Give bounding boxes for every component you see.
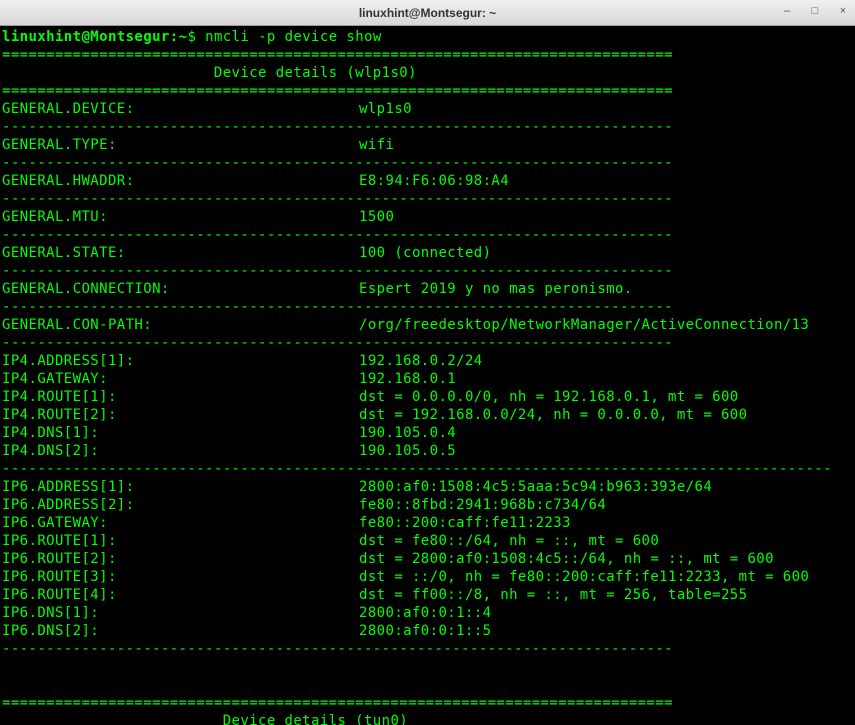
field-general-device: GENERAL.DEVICE:wlp1s0 [2, 100, 855, 118]
field-general-conpath: GENERAL.CON-PATH:/org/freedesktop/Networ… [2, 316, 855, 334]
field-value: 2800:af0:0:1::5 [359, 623, 491, 639]
prompt-dollar: $ [187, 29, 205, 45]
separator-dash: ----------------------------------------… [2, 154, 855, 172]
separator-dash: ----------------------------------------… [2, 334, 855, 352]
section-title-2: Device details (tun0) [2, 712, 855, 725]
field-value: wlp1s0 [359, 101, 412, 117]
field-label: GENERAL.DEVICE: [2, 100, 359, 118]
field-value: dst = ff00::/8, nh = ::, mt = 256, table… [359, 587, 747, 603]
field-label: IP4.ADDRESS[1]: [2, 352, 359, 370]
field-value: fe80::200:caff:fe11:2233 [359, 515, 571, 531]
field-label: GENERAL.MTU: [2, 208, 359, 226]
field-label: GENERAL.CON-PATH: [2, 316, 359, 334]
field-value: 1500 [359, 209, 394, 225]
field-label: IP6.GATEWAY: [2, 514, 359, 532]
field-general-type: GENERAL.TYPE:wifi [2, 136, 855, 154]
field-ip6-route2: IP6.ROUTE[2]:dst = 2800:af0:1508:4c5::/6… [2, 550, 855, 568]
field-label: GENERAL.HWADDR: [2, 172, 359, 190]
window-title: linuxhint@Montsegur: ~ [359, 6, 496, 20]
field-value: 192.168.0.2/24 [359, 353, 483, 369]
field-ip6-route1: IP6.ROUTE[1]:dst = fe80::/64, nh = ::, m… [2, 532, 855, 550]
field-label: IP4.DNS[1]: [2, 424, 359, 442]
field-label: IP6.ADDRESS[2]: [2, 496, 359, 514]
separator-dash: ----------------------------------------… [2, 226, 855, 244]
terminal-body[interactable]: linuxhint@Montsegur:~$ nmcli -p device s… [0, 26, 855, 725]
close-button[interactable]: × [837, 5, 849, 17]
field-ip6-dns2: IP6.DNS[2]:2800:af0:0:1::5 [2, 622, 855, 640]
field-value: dst = 192.168.0.0/24, nh = 0.0.0.0, mt =… [359, 407, 747, 423]
separator-double: ========================================… [2, 694, 855, 712]
field-label: IP4.GATEWAY: [2, 370, 359, 388]
field-value: 2800:af0:1508:4c5:5aaa:5c94:b963:393e/64 [359, 479, 712, 495]
field-value: Espert 2019 y no mas peronismo. [359, 281, 633, 297]
field-ip4-route1: IP4.ROUTE[1]:dst = 0.0.0.0/0, nh = 192.1… [2, 388, 855, 406]
field-value: 190.105.0.5 [359, 443, 456, 459]
separator-dash: ----------------------------------------… [2, 262, 855, 280]
separator-double: ========================================… [2, 82, 855, 100]
field-general-hwaddr: GENERAL.HWADDR:E8:94:F6:06:98:A4 [2, 172, 855, 190]
separator-dash: ----------------------------------------… [2, 460, 855, 478]
separator-dash: ----------------------------------------… [2, 640, 855, 658]
field-value: 192.168.0.1 [359, 371, 456, 387]
field-ip4-dns1: IP4.DNS[1]:190.105.0.4 [2, 424, 855, 442]
window-controls: – □ × [781, 5, 849, 17]
terminal-window: linuxhint@Montsegur: ~ – □ × linuxhint@M… [0, 0, 855, 725]
field-ip4-route2: IP4.ROUTE[2]:dst = 192.168.0.0/24, nh = … [2, 406, 855, 424]
command-text: nmcli -p device show [205, 29, 382, 45]
field-label: IP4.ROUTE[1]: [2, 388, 359, 406]
window-titlebar: linuxhint@Montsegur: ~ – □ × [0, 0, 855, 26]
field-value: dst = ::/0, nh = fe80::200:caff:fe11:223… [359, 569, 809, 585]
field-value: E8:94:F6:06:98:A4 [359, 173, 509, 189]
field-label: IP6.ADDRESS[1]: [2, 478, 359, 496]
field-label: GENERAL.CONNECTION: [2, 280, 359, 298]
prompt-colon: : [170, 29, 179, 45]
field-label: IP6.ROUTE[1]: [2, 532, 359, 550]
field-value: /org/freedesktop/NetworkManager/ActiveCo… [359, 317, 809, 333]
prompt-userhost: linuxhint@Montsegur [2, 29, 170, 45]
field-ip6-dns1: IP6.DNS[1]:2800:af0:0:1::4 [2, 604, 855, 622]
field-value: dst = 2800:af0:1508:4c5::/64, nh = ::, m… [359, 551, 774, 567]
field-ip4-dns2: IP4.DNS[2]:190.105.0.5 [2, 442, 855, 460]
field-label: GENERAL.TYPE: [2, 136, 359, 154]
field-label: IP6.DNS[1]: [2, 604, 359, 622]
section-title-1: Device details (wlp1s0) [2, 64, 855, 82]
field-ip4-address1: IP4.ADDRESS[1]:192.168.0.2/24 [2, 352, 855, 370]
minimize-button[interactable]: – [781, 5, 793, 17]
field-ip6-route4: IP6.ROUTE[4]:dst = ff00::/8, nh = ::, mt… [2, 586, 855, 604]
field-ip6-address1: IP6.ADDRESS[1]:2800:af0:1508:4c5:5aaa:5c… [2, 478, 855, 496]
field-label: IP4.ROUTE[2]: [2, 406, 359, 424]
field-general-connection: GENERAL.CONNECTION:Espert 2019 y no mas … [2, 280, 855, 298]
field-value: wifi [359, 137, 394, 153]
field-value: dst = 0.0.0.0/0, nh = 192.168.0.1, mt = … [359, 389, 739, 405]
separator-dash: ----------------------------------------… [2, 118, 855, 136]
field-value: 100 (connected) [359, 245, 491, 261]
maximize-button[interactable]: □ [809, 5, 821, 17]
field-ip4-gateway: IP4.GATEWAY:192.168.0.1 [2, 370, 855, 388]
field-ip6-gateway: IP6.GATEWAY:fe80::200:caff:fe11:2233 [2, 514, 855, 532]
field-general-state: GENERAL.STATE:100 (connected) [2, 244, 855, 262]
field-general-mtu: GENERAL.MTU:1500 [2, 208, 855, 226]
field-label: IP6.ROUTE[4]: [2, 586, 359, 604]
field-value: 2800:af0:0:1::4 [359, 605, 491, 621]
separator-double: ========================================… [2, 46, 855, 64]
separator-dash: ----------------------------------------… [2, 298, 855, 316]
field-label: IP6.ROUTE[2]: [2, 550, 359, 568]
field-value: 190.105.0.4 [359, 425, 456, 441]
field-value: dst = fe80::/64, nh = ::, mt = 600 [359, 533, 659, 549]
separator-dash: ----------------------------------------… [2, 190, 855, 208]
field-label: IP6.ROUTE[3]: [2, 568, 359, 586]
field-ip6-address2: IP6.ADDRESS[2]:fe80::8fbd:2941:968b:c734… [2, 496, 855, 514]
field-ip6-route3: IP6.ROUTE[3]:dst = ::/0, nh = fe80::200:… [2, 568, 855, 586]
field-label: IP6.DNS[2]: [2, 622, 359, 640]
field-value: fe80::8fbd:2941:968b:c734/64 [359, 497, 606, 513]
field-label: GENERAL.STATE: [2, 244, 359, 262]
field-label: IP4.DNS[2]: [2, 442, 359, 460]
